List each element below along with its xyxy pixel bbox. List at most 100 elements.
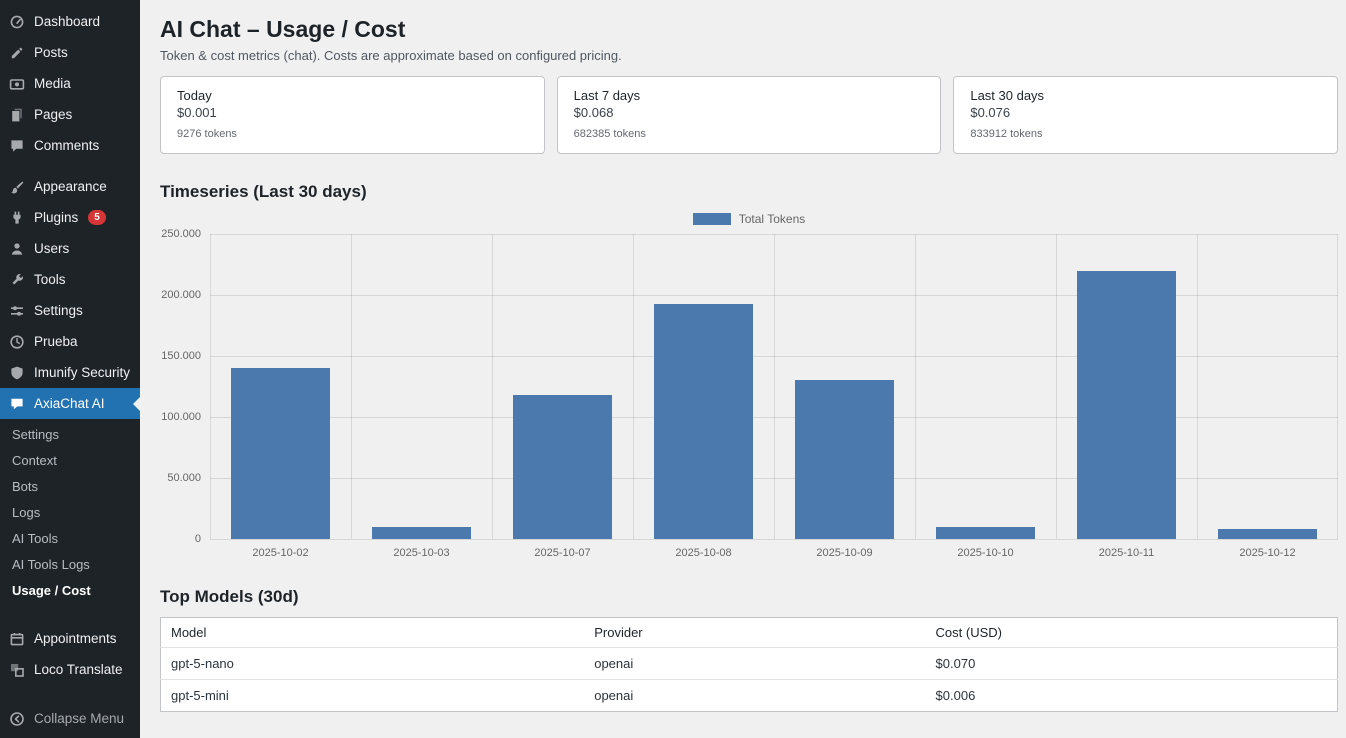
gridline-vertical	[774, 234, 775, 539]
sidebar-item-axiachat-ai[interactable]: AxiaChat AI	[0, 388, 140, 419]
top-models-table: Model Provider Cost (USD) gpt-5-nano ope…	[160, 617, 1338, 712]
sidebar-item-appointments[interactable]: Appointments	[0, 623, 140, 654]
main-content: AI Chat – Usage / Cost Token & cost metr…	[140, 0, 1346, 738]
shield-icon	[8, 364, 26, 382]
sidebar-item-plugins[interactable]: Plugins 5	[0, 202, 140, 233]
model-cell: gpt-5-nano	[161, 648, 585, 680]
stat-card-today: Today $0.001 9276 tokens	[160, 76, 545, 154]
sidebar-item-label: Collapse Menu	[34, 710, 124, 728]
y-axis-tick-label: 0	[195, 533, 201, 545]
stat-card-last-7-days: Last 7 days $0.068 682385 tokens	[557, 76, 942, 154]
axiachat-submenu: SettingsContextBotsLogsAI ToolsAI Tools …	[0, 419, 140, 613]
comments-icon	[8, 137, 26, 155]
sidebar-item-collapse-menu[interactable]: Collapse Menu	[0, 703, 140, 734]
submenu-item-logs[interactable]: Logs	[0, 499, 140, 525]
update-count-badge: 5	[88, 210, 106, 225]
dashboard-icon	[8, 13, 26, 31]
gridline-vertical	[351, 234, 352, 539]
sidebar-item-comments[interactable]: Comments	[0, 130, 140, 161]
submenu-item-context[interactable]: Context	[0, 447, 140, 473]
sidebar-item-label: Appearance	[34, 178, 107, 196]
sidebar-item-posts[interactable]: Posts	[0, 37, 140, 68]
bar-2025-10-10	[936, 527, 1035, 539]
table-row: gpt-5-mini openai $0.006	[161, 680, 1338, 712]
y-axis-tick-label: 250.000	[161, 228, 201, 240]
sidebar-item-label: Dashboard	[34, 13, 100, 31]
gridline-vertical	[1056, 234, 1057, 539]
sidebar-item-label: Prueba	[34, 333, 78, 351]
submenu-item-ai-tools-logs[interactable]: AI Tools Logs	[0, 551, 140, 577]
sidebar-item-pages[interactable]: Pages	[0, 99, 140, 130]
stat-card-tokens: 682385 tokens	[574, 128, 925, 140]
x-axis-tick-label: 2025-10-02	[210, 539, 351, 559]
provider-cell: openai	[584, 648, 925, 680]
stat-card-tokens: 9276 tokens	[177, 128, 528, 140]
submenu-item-usage-cost[interactable]: Usage / Cost	[0, 577, 140, 603]
sidebar-item-label: Plugins	[34, 209, 78, 227]
table-header-row: Model Provider Cost (USD)	[161, 618, 1338, 648]
gridline-vertical	[633, 234, 634, 539]
bar-2025-10-08	[654, 304, 753, 539]
sidebar-item-dashboard[interactable]: Dashboard	[0, 6, 140, 37]
clock-icon	[8, 333, 26, 351]
cost-cell: $0.070	[926, 648, 1338, 680]
cost-cell: $0.006	[926, 680, 1338, 712]
provider-cell: openai	[584, 680, 925, 712]
bar-2025-10-07	[513, 395, 612, 539]
sidebar-item-label: Posts	[34, 44, 68, 62]
x-axis: 2025-10-022025-10-032025-10-072025-10-08…	[210, 539, 1338, 559]
sidebar-item-label: Media	[34, 75, 71, 93]
y-axis-tick-label: 100.000	[161, 411, 201, 423]
sidebar-item-label: Comments	[34, 137, 99, 155]
x-axis-tick-label: 2025-10-07	[492, 539, 633, 559]
wp-admin-app: Dashboard Posts Media Pages Comments Appearan…	[0, 0, 1346, 738]
gridline-vertical	[1197, 234, 1198, 539]
sidebar-item-loco-translate[interactable]: Loco Translate	[0, 654, 140, 685]
appearance-icon	[8, 178, 26, 196]
sidebar-item-appearance[interactable]: Appearance	[0, 171, 140, 202]
table-header-cost: Cost (USD)	[926, 618, 1338, 648]
submenu-item-bots[interactable]: Bots	[0, 473, 140, 499]
sidebar-item-prueba[interactable]: Prueba	[0, 326, 140, 357]
plot-area	[210, 234, 1338, 539]
sidebar-item-tools[interactable]: Tools	[0, 264, 140, 295]
y-axis-tick-label: 150.000	[161, 350, 201, 362]
pages-icon	[8, 106, 26, 124]
legend-label: Total Tokens	[739, 212, 806, 226]
submenu-item-ai-tools[interactable]: AI Tools	[0, 525, 140, 551]
tokens-bar-chart: Total Tokens 0 50.000 100.000 150.000 200.00…	[160, 212, 1338, 559]
table-row: gpt-5-nano openai $0.070	[161, 648, 1338, 680]
page-title: AI Chat – Usage / Cost	[160, 16, 1338, 43]
y-axis-tick-label: 50.000	[167, 472, 201, 484]
x-axis-tick-label: 2025-10-11	[1056, 539, 1197, 559]
bar-2025-10-11	[1077, 271, 1176, 539]
tools-icon	[8, 271, 26, 289]
settings-icon	[8, 302, 26, 320]
stat-cards: Today $0.001 9276 tokens Last 7 days $0.…	[160, 76, 1338, 154]
bar-2025-10-09	[795, 380, 894, 539]
x-axis-tick-label: 2025-10-08	[633, 539, 774, 559]
legend-swatch	[693, 213, 731, 225]
y-axis-tick-label: 200.000	[161, 289, 201, 301]
stat-card-cost: $0.068	[574, 105, 925, 120]
sidebar-item-label: Appointments	[34, 630, 117, 648]
sidebar-item-label: Settings	[34, 302, 83, 320]
submenu-item-settings[interactable]: Settings	[0, 421, 140, 447]
stat-card-tokens: 833912 tokens	[970, 128, 1321, 140]
sidebar-item-media[interactable]: Media	[0, 68, 140, 99]
bar-2025-10-02	[231, 368, 330, 539]
stat-card-cost: $0.001	[177, 105, 528, 120]
sidebar-item-label: Users	[34, 240, 69, 258]
page-subtitle: Token & cost metrics (chat). Costs are a…	[160, 48, 1338, 63]
table-header-model: Model	[161, 618, 585, 648]
users-icon	[8, 240, 26, 258]
sidebar-item-settings[interactable]: Settings	[0, 295, 140, 326]
sidebar-item-imunify-security[interactable]: Imunify Security	[0, 357, 140, 388]
sidebar-item-users[interactable]: Users	[0, 233, 140, 264]
menu-separator	[0, 613, 140, 623]
stat-card-last-30-days: Last 30 days $0.076 833912 tokens	[953, 76, 1338, 154]
chat-icon	[8, 395, 26, 413]
stat-card-label: Today	[177, 88, 528, 103]
chart-legend[interactable]: Total Tokens	[160, 212, 1338, 226]
stat-card-label: Last 7 days	[574, 88, 925, 103]
